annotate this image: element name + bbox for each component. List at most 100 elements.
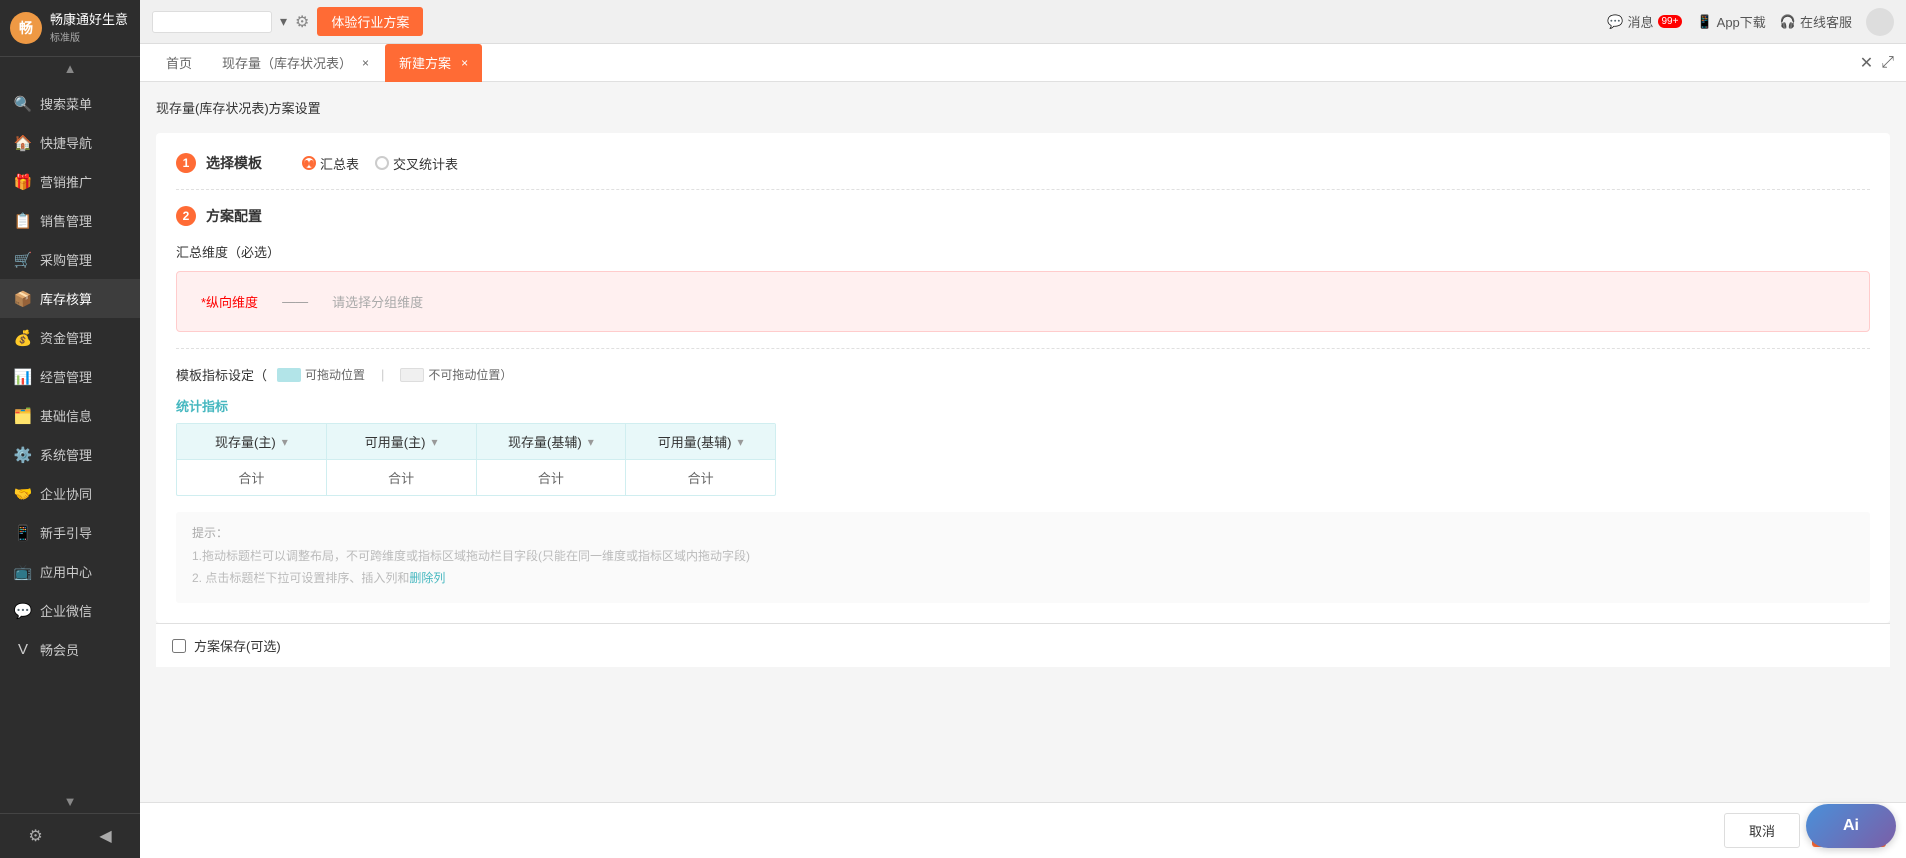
sidebar-item-member[interactable]: V 畅会员 — [0, 630, 140, 669]
bottom-bar: 取消 查询 — [140, 802, 1906, 858]
tips-delete-link[interactable]: 删除列 — [409, 571, 445, 585]
radio-summary-circle — [302, 156, 316, 170]
step2-row: 2 方案配置 — [176, 206, 1870, 226]
tips-item-2-text: 2. 点击标题栏下拉可设置排序、插入列和 — [192, 571, 409, 585]
message-btn[interactable]: 💬 消息 99+ — [1607, 12, 1682, 31]
stats-col-3[interactable]: 现存量(基辅) ▾ — [477, 424, 627, 459]
sidebar-item-marketing[interactable]: 🎁 营销推广 — [0, 162, 140, 201]
wechat-icon: 💬 — [14, 602, 32, 620]
sales-icon: 📋 — [14, 212, 32, 230]
tab-inventory-close[interactable]: × — [362, 56, 369, 70]
tab-inventory[interactable]: 现存量（库存状况表） × — [208, 44, 383, 82]
stats-col-2[interactable]: 可用量(主) ▾ — [327, 424, 477, 459]
col4-dropdown-icon[interactable]: ▾ — [737, 435, 743, 449]
template-radio-group: 汇总表 交叉统计表 — [302, 154, 458, 173]
sidebar-scroll-up[interactable]: ▲ — [0, 57, 140, 80]
sidebar-scroll-down[interactable]: ▼ — [0, 790, 140, 813]
sidebar-item-search[interactable]: 🔍 搜索菜单 — [0, 84, 140, 123]
dimension-area[interactable]: *纵向维度 —— 请选择分组维度 — [176, 271, 1870, 332]
radio-summary[interactable]: 汇总表 — [302, 154, 359, 173]
tab-home[interactable]: 首页 — [152, 44, 206, 82]
sidebar: 畅 畅康通好生意 标准版 ▲ 🔍 搜索菜单 🏠 快捷导航 🎁 营销推广 📋 销售… — [0, 0, 140, 858]
app-download-btn[interactable]: 📱 App下载 — [1696, 12, 1765, 31]
search-input[interactable] — [152, 11, 272, 33]
col3-dropdown-icon[interactable]: ▾ — [588, 435, 594, 449]
sidebar-item-guide[interactable]: 📱 新手引导 — [0, 513, 140, 552]
legend-not-draggable: 不可拖动位置） — [400, 366, 512, 383]
user-btn[interactable] — [1866, 8, 1894, 36]
sidebar-item-purchase[interactable]: 🛒 采购管理 — [0, 240, 140, 279]
divider2 — [176, 348, 1870, 349]
cart-icon: 🛒 — [14, 251, 32, 269]
sidebar-item-wechat[interactable]: 💬 企业微信 — [0, 591, 140, 630]
save-label: 方案保存(可选) — [194, 636, 281, 655]
topbar-gear-btn[interactable]: ⚙ — [295, 12, 309, 32]
sidebar-item-inventory[interactable]: 📦 库存核算 — [0, 279, 140, 318]
tab-close-all-btn[interactable]: ✕ — [1860, 53, 1873, 73]
save-checkbox[interactable] — [172, 639, 186, 653]
stats-cell-4: 合计 — [626, 460, 775, 495]
settings-bottom-btn[interactable]: ⚙ — [20, 822, 50, 850]
indicator-label-row: 模板指标设定（ 可拖动位置 | 不可拖动位置） — [176, 365, 1870, 384]
sidebar-item-company[interactable]: 🤝 企业协同 — [0, 474, 140, 513]
dimension-label: 汇总维度（必选） — [176, 242, 1870, 261]
radio-summary-label: 汇总表 — [320, 154, 359, 173]
stats-cell-1: 合计 — [177, 460, 327, 495]
draggable-box — [277, 368, 301, 382]
col4-label: 可用量(基辅) — [658, 432, 732, 451]
tips-item-2: 2. 点击标题栏下拉可设置排序、插入列和删除列 — [192, 569, 1854, 587]
step1-label: 选择模板 — [206, 153, 262, 173]
sidebar-item-finance[interactable]: 💰 资金管理 — [0, 318, 140, 357]
tab-new-scheme-close[interactable]: × — [461, 56, 468, 70]
tab-new-scheme[interactable]: 新建方案 × — [385, 44, 482, 82]
info-icon: 🗂️ — [14, 407, 32, 425]
stats-col-1[interactable]: 现存量(主) ▾ — [177, 424, 327, 459]
tab-expand-btn[interactable]: ⤢ — [1881, 53, 1894, 73]
cancel-button[interactable]: 取消 — [1724, 813, 1800, 848]
stats-table-header: 现存量(主) ▾ 可用量(主) ▾ 现存量(基辅) ▾ 可用量(基辅) — [177, 424, 775, 459]
ai-float-btn[interactable]: Ai — [1806, 804, 1896, 848]
dim-placeholder: 请选择分组维度 — [332, 292, 423, 311]
handshake-icon: 🤝 — [14, 485, 32, 503]
guide-icon: 📱 — [14, 524, 32, 542]
col1-dropdown-icon[interactable]: ▾ — [282, 435, 288, 449]
money-icon: 💰 — [14, 329, 32, 347]
radio-cross-label: 交叉统计表 — [393, 154, 458, 173]
service-btn[interactable]: 🎧 在线客服 — [1780, 12, 1852, 31]
ai-label: Ai — [1843, 817, 1859, 835]
sidebar-item-business[interactable]: 📊 经营管理 — [0, 357, 140, 396]
main-panel: ▾ ⚙ 体验行业方案 💬 消息 99+ 📱 App下载 🎧 在线客服 — [140, 0, 1906, 858]
tab-home-label: 首页 — [166, 53, 192, 72]
not-draggable-label: 不可拖动位置） — [428, 366, 512, 383]
tabbar-right: ✕ ⤢ — [1860, 53, 1894, 73]
chart-icon: 📊 — [14, 368, 32, 386]
tabbar: 首页 现存量（库存状况表） × 新建方案 × ✕ ⤢ — [140, 44, 1906, 82]
tips-title: 提示： — [192, 524, 1854, 541]
dim-required-star: *纵向维度 — [201, 292, 258, 311]
sidebar-item-nav[interactable]: 🏠 快捷导航 — [0, 123, 140, 162]
headset-icon: 🎧 — [1780, 14, 1796, 30]
stats-table: 现存量(主) ▾ 可用量(主) ▾ 现存量(基辅) ▾ 可用量(基辅) — [176, 423, 776, 496]
not-draggable-box — [400, 368, 424, 382]
chat-icon: 💬 — [1607, 14, 1623, 30]
col2-dropdown-icon[interactable]: ▾ — [431, 435, 437, 449]
stats-section-label: 统计指标 — [176, 396, 1870, 415]
stats-col-4[interactable]: 可用量(基辅) ▾ — [626, 424, 775, 459]
box-icon: 📦 — [14, 290, 32, 308]
sidebar-item-system[interactable]: ⚙️ 系统管理 — [0, 435, 140, 474]
stats-cell-3: 合计 — [477, 460, 627, 495]
step1-row: 1 选择模板 汇总表 交叉统计表 — [176, 153, 1870, 173]
sidebar-item-appstore[interactable]: 📺 应用中心 — [0, 552, 140, 591]
sidebar-item-basic[interactable]: 🗂️ 基础信息 — [0, 396, 140, 435]
topbar-dropdown-btn[interactable]: ▾ — [280, 13, 287, 30]
radio-cross[interactable]: 交叉统计表 — [375, 154, 458, 173]
gift-icon: 🎁 — [14, 173, 32, 191]
gear-icon: ⚙️ — [14, 446, 32, 464]
trial-btn[interactable]: 体验行业方案 — [317, 7, 423, 36]
radio-cross-circle — [375, 156, 389, 170]
sidebar-item-sales[interactable]: 📋 销售管理 — [0, 201, 140, 240]
collapse-btn[interactable]: ◀ — [91, 822, 119, 850]
search-icon: 🔍 — [14, 95, 32, 113]
home-icon: 🏠 — [14, 134, 32, 152]
sidebar-logo: 畅 畅康通好生意 标准版 — [0, 0, 140, 57]
